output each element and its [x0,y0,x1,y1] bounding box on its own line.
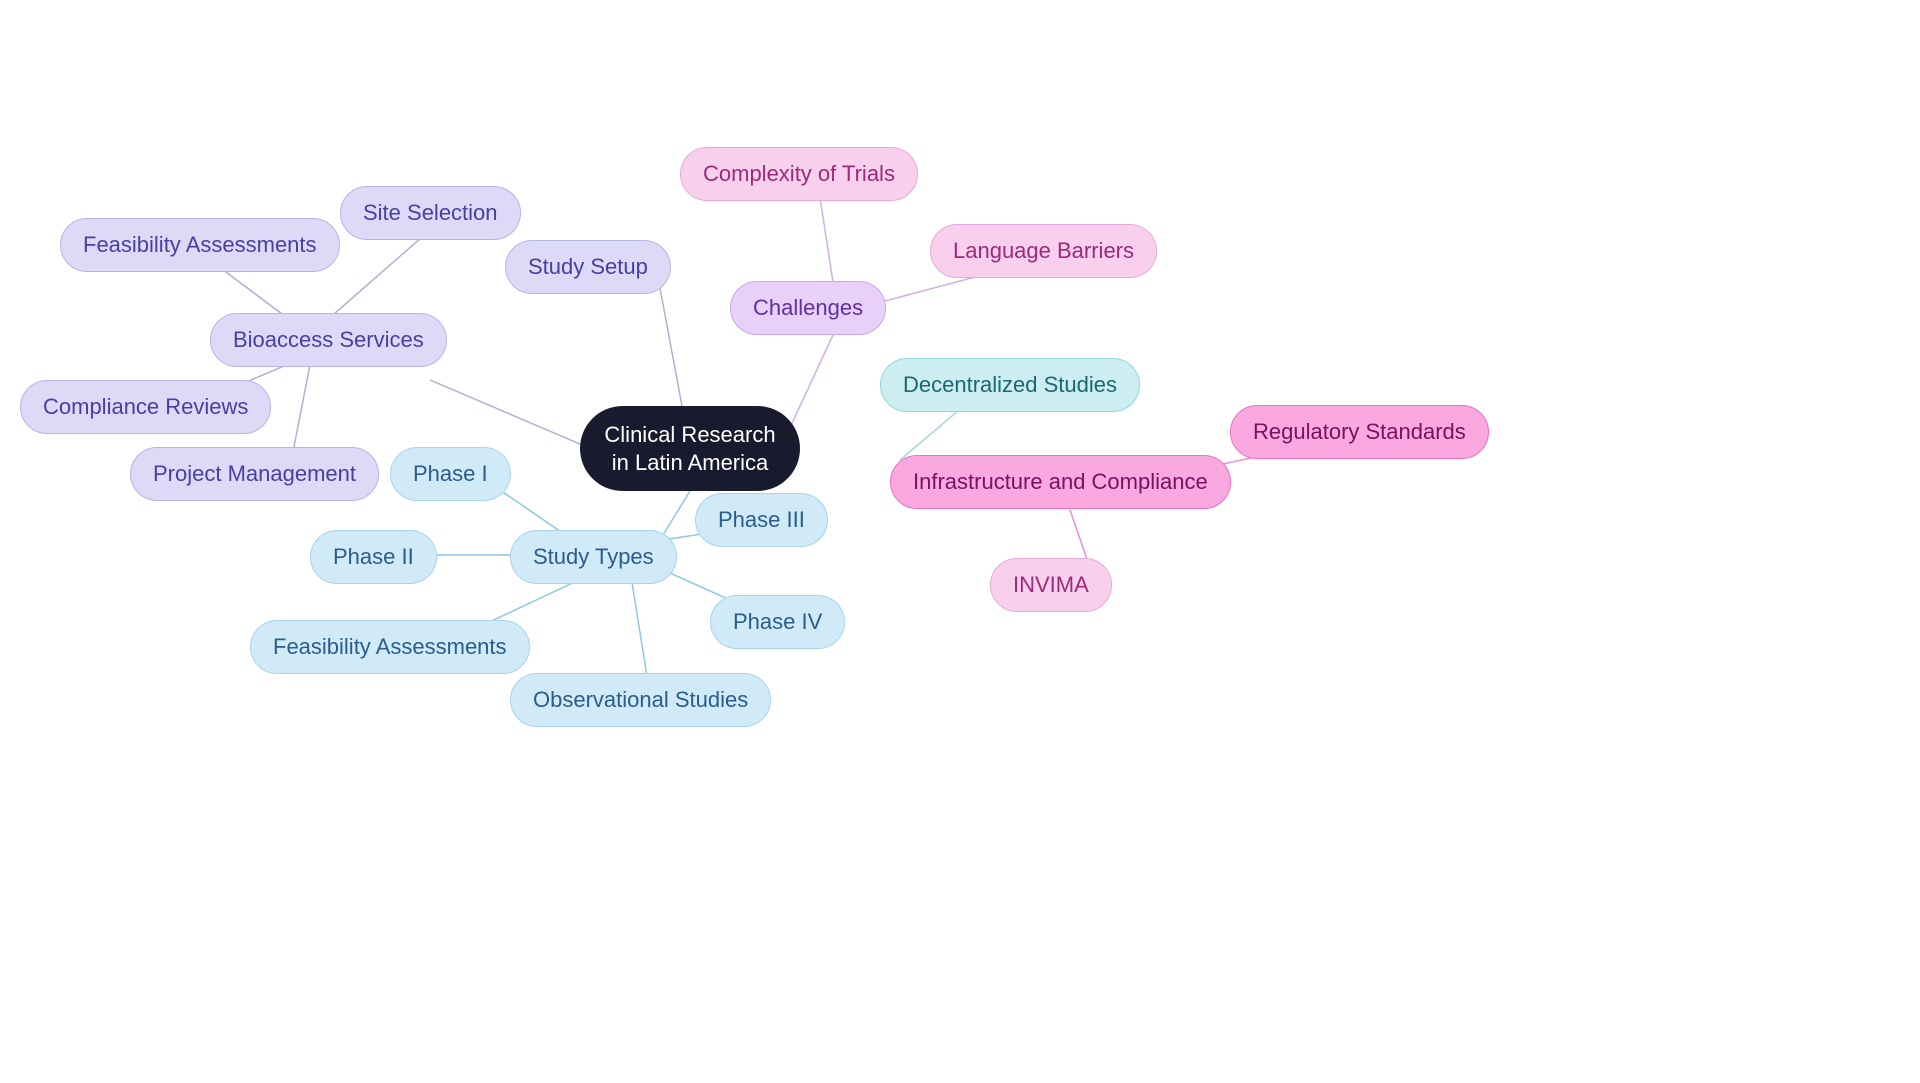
study-setup-node: Study Setup [505,240,671,294]
bioaccess-node: Bioaccess Services [210,313,447,367]
site-selection-node: Site Selection [340,186,521,240]
phase-3-node: Phase III [695,493,828,547]
phase-2-node: Phase II [310,530,437,584]
phase-1-node: Phase I [390,447,511,501]
invima-node: INVIMA [990,558,1112,612]
regulatory-standards-node: Regulatory Standards [1230,405,1489,459]
decentralized-node: Decentralized Studies [880,358,1140,412]
project-management-node: Project Management [130,447,379,501]
language-barriers-node: Language Barriers [930,224,1157,278]
challenges-node: Challenges [730,281,886,335]
compliance-reviews-node: Compliance Reviews [20,380,271,434]
feasibility-assessments-bio-node: Feasibility Assessments [60,218,340,272]
infra-compliance-node: Infrastructure and Compliance [890,455,1231,509]
phase-4-node: Phase IV [710,595,845,649]
center-node: Clinical Research in Latin America [580,406,800,491]
feasibility-assessments-st-node: Feasibility Assessments [250,620,530,674]
complexity-node: Complexity of Trials [680,147,918,201]
observational-node: Observational Studies [510,673,771,727]
study-types-node: Study Types [510,530,677,584]
